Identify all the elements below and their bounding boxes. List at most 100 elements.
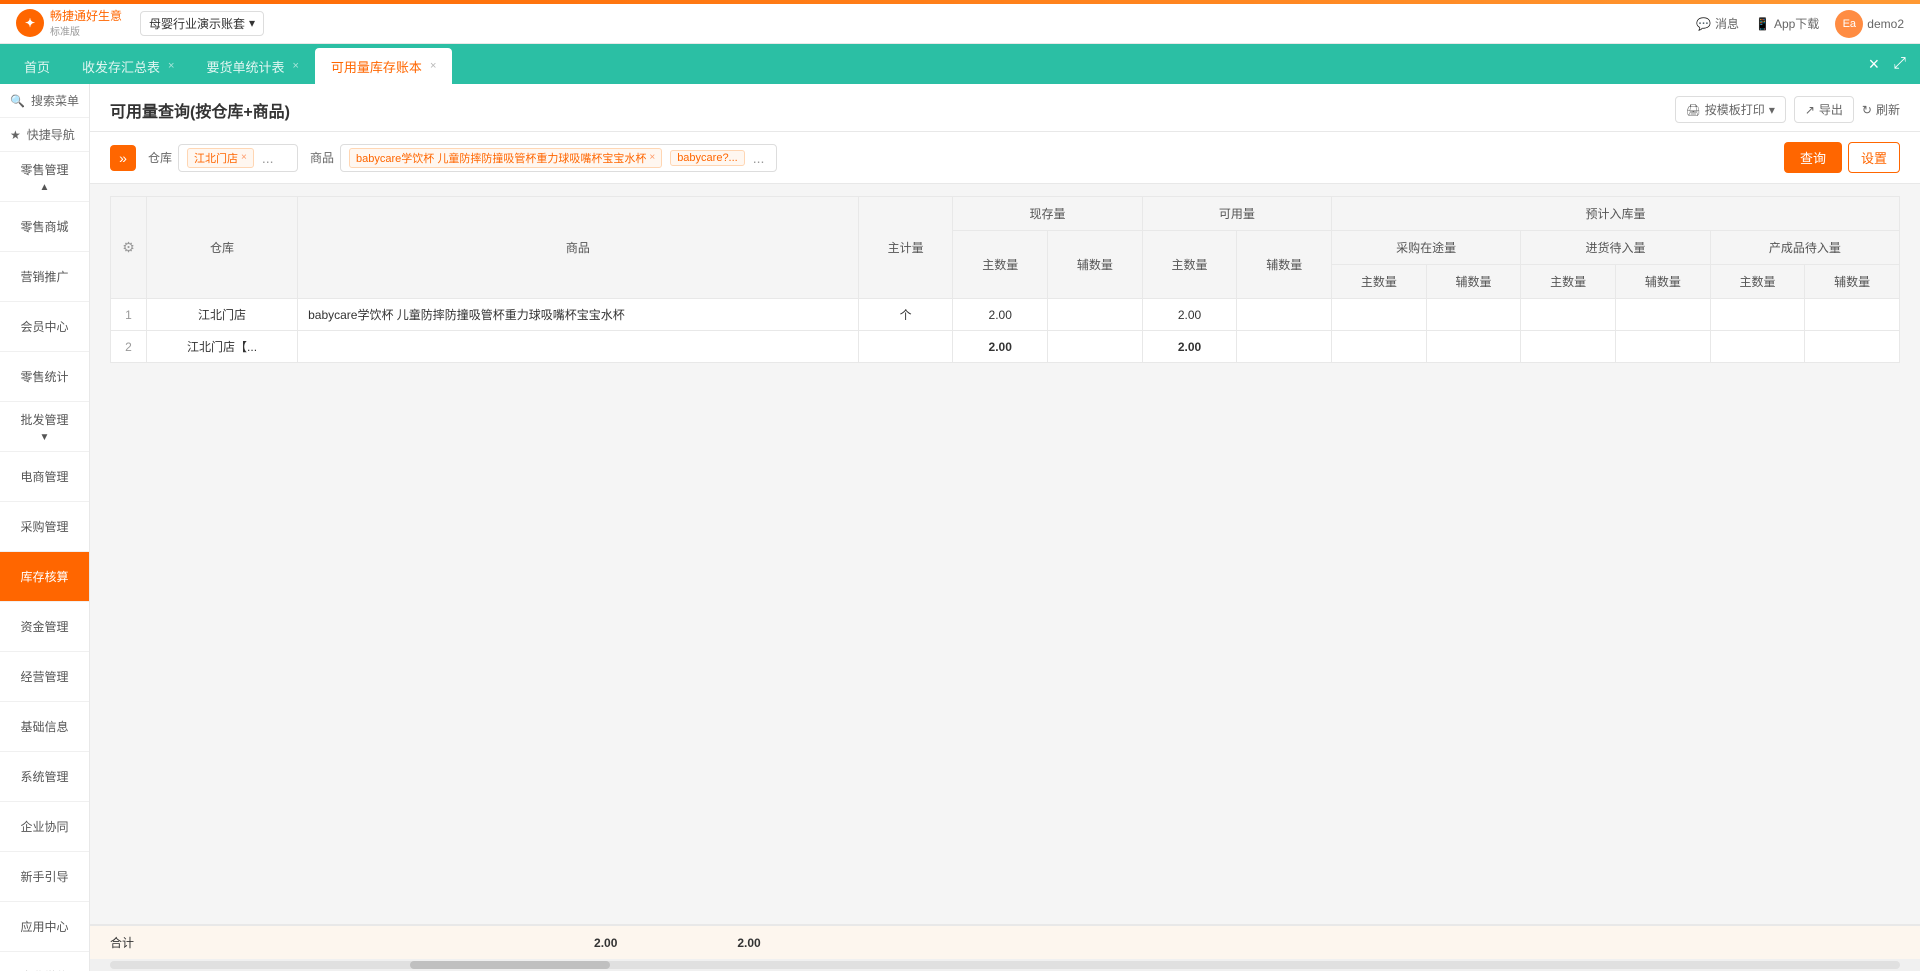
sidebar-item-retail-mall[interactable]: 零售商城 — [0, 202, 89, 252]
basic-info-label: 基础信息 — [20, 718, 68, 735]
tab-available-stock-close[interactable]: × — [430, 60, 436, 72]
sidebar-item-retail-mgmt[interactable]: 零售管理 ▲ — [0, 152, 89, 202]
tab-receive-summary[interactable]: 收发存汇总表 × — [66, 48, 190, 84]
sidebar-item-member-center[interactable]: 会员中心 — [0, 302, 89, 352]
sidebar-item-wholesale-mgmt[interactable]: 批发管理 ▼ — [0, 402, 89, 452]
export-icon: ↗ — [1805, 103, 1815, 117]
btn-refresh[interactable]: ↻ 刷新 — [1862, 101, 1900, 118]
sidebar-item-retail-stats[interactable]: 零售统计 — [0, 352, 89, 402]
footer-label: 合计 — [110, 934, 134, 951]
sidebar-item-sys-mgmt[interactable]: 系统管理 — [0, 752, 89, 802]
scrollbar-thumb[interactable] — [410, 961, 610, 969]
tab-receive-summary-label: 收发存汇总表 — [82, 57, 160, 76]
row2-incoming-aux — [1616, 331, 1711, 363]
row2-product-in-main — [1710, 331, 1805, 363]
sidebar-quick-nav[interactable]: ★ 快捷导航 — [0, 118, 89, 152]
warehouse-filter-group: 仓库 江北门店 × ... — [148, 144, 298, 172]
tab-order-stats-close[interactable]: × — [292, 60, 298, 72]
btn-template-print[interactable]: 🖨 按模板打印 ▾ — [1675, 96, 1786, 123]
row1-avail-main: 2.00 — [1142, 299, 1237, 331]
sidebar-item-ops-mgmt[interactable]: 经营管理 — [0, 652, 89, 702]
product-tag1-text: babycare学饮杯 儿童防摔防撞吸管杯重力球吸嘴杯宝宝水杯 — [356, 150, 646, 166]
top-bar-right: 💬 消息 📱 App下载 Ea demo2 — [1696, 10, 1904, 38]
th-settings[interactable]: ⚙ — [111, 197, 147, 299]
th-product-in-group: 产成品待入量 — [1710, 231, 1899, 265]
scrollbar-area[interactable] — [90, 959, 1920, 971]
table-settings-icon[interactable]: ⚙ — [122, 239, 135, 255]
sidebar-item-app-center[interactable]: 应用中心 — [0, 902, 89, 952]
th-product-in-main: 主数量 — [1710, 265, 1805, 299]
phone-icon: 📱 — [1755, 17, 1770, 31]
retail-stats-label: 零售统计 — [20, 368, 68, 385]
tab-available-stock[interactable]: 可用量库存账本 × — [315, 48, 452, 84]
tab-order-stats[interactable]: 要货单统计表 × — [190, 48, 314, 84]
arrow-icon: ▲ — [40, 182, 50, 193]
refresh-icon: ↻ — [1862, 103, 1872, 117]
sidebar-item-basic-info[interactable]: 基础信息 — [0, 702, 89, 752]
row1-product-in-main — [1710, 299, 1805, 331]
sidebar-item-inventory-check[interactable]: 库存核算 — [0, 552, 89, 602]
star-icon: ★ — [10, 128, 21, 142]
nav-expand[interactable]: ⤢ — [1887, 44, 1912, 84]
sidebar-item-corp-collab[interactable]: 企业协同 — [0, 802, 89, 852]
tab-home-label: 首页 — [24, 57, 50, 76]
product-input[interactable]: babycare学饮杯 儿童防摔防撞吸管杯重力球吸嘴杯宝宝水杯 × babyca… — [340, 144, 777, 172]
sidebar-item-finance-mgmt[interactable]: 资金管理 — [0, 602, 89, 652]
nav-close-all[interactable]: × — [1861, 44, 1888, 84]
btn-query[interactable]: 查询 — [1784, 142, 1842, 173]
row2-num: 2 — [111, 331, 147, 363]
product-filter-group: 商品 babycare学饮杯 儿童防摔防撞吸管杯重力球吸嘴杯宝宝水杯 × bab… — [310, 144, 777, 172]
th-warehouse: 仓库 — [147, 197, 298, 299]
row1-purchase-aux — [1426, 299, 1521, 331]
company-selector[interactable]: 母婴行业演示账套 ▾ — [140, 11, 264, 36]
warehouse-filter-dots[interactable]: ... — [258, 150, 278, 166]
row2-purchase-aux — [1426, 331, 1521, 363]
sidebar-item-marketing[interactable]: 营销推广 — [0, 252, 89, 302]
product-filter-dots[interactable]: ... — [749, 150, 769, 166]
row1-incoming-aux — [1616, 299, 1711, 331]
messages-btn[interactable]: 💬 消息 — [1696, 15, 1739, 32]
logo-sub: 标准版 — [50, 23, 122, 38]
sidebar-item-new-guide[interactable]: 新手引导 — [0, 852, 89, 902]
sidebar-search[interactable]: 🔍 搜索菜单 — [0, 84, 89, 118]
logo-icon: ✦ — [16, 9, 44, 37]
user-area[interactable]: Ea demo2 — [1835, 10, 1904, 38]
th-stock-main: 主数量 — [953, 231, 1048, 299]
sidebar-item-purchase-mgmt[interactable]: 采购管理 — [0, 502, 89, 552]
row2-warehouse: 江北门店【... — [147, 331, 298, 363]
th-available-group: 可用量 — [1142, 197, 1331, 231]
filter-actions: 查询 设置 — [1784, 142, 1900, 173]
warehouse-input[interactable]: 江北门店 × ... — [178, 144, 298, 172]
row2-product — [298, 331, 859, 363]
app-download-btn[interactable]: 📱 App下载 — [1755, 15, 1819, 32]
th-incoming-main: 主数量 — [1521, 265, 1616, 299]
filter-expand-btn[interactable]: » — [110, 145, 136, 171]
th-product-in-aux: 辅数量 — [1805, 265, 1900, 299]
warehouse-tag-close[interactable]: × — [241, 152, 247, 163]
top-bar: ✦ 畅捷通好生意 标准版 母婴行业演示账套 ▾ 💬 消息 📱 App下载 Ea … — [0, 4, 1920, 44]
expand-icon: » — [119, 150, 127, 166]
tab-home[interactable]: 首页 — [8, 48, 66, 84]
th-unit: 主计量 — [858, 197, 953, 299]
app-download-label: App下载 — [1774, 15, 1819, 32]
th-purchase-group: 采购在途量 — [1332, 231, 1521, 265]
tab-receive-summary-close[interactable]: × — [168, 60, 174, 72]
nav-tabs: 首页 收发存汇总表 × 要货单统计表 × 可用量库存账本 × × ⤢ — [0, 44, 1920, 84]
table-wrapper: ⚙ 仓库 商品 主计量 现存量 可用量 预计入库量 主数量 辅数量 主数量 辅数… — [90, 184, 1920, 924]
th-product: 商品 — [298, 197, 859, 299]
purchase-mgmt-label: 采购管理 — [20, 518, 68, 535]
ops-mgmt-label: 经营管理 — [20, 668, 68, 685]
row2-incoming-main — [1521, 331, 1616, 363]
btn-export[interactable]: ↗ 导出 — [1794, 96, 1854, 123]
row2-product-in-aux — [1805, 331, 1900, 363]
footer-avail-total: 2.00 — [737, 936, 760, 950]
logo-text-area: 畅捷通好生意 标准版 — [50, 9, 122, 38]
row1-unit: 个 — [858, 299, 953, 331]
sidebar-item-corp-wechat[interactable]: 企业微信 — [0, 952, 89, 971]
sidebar-item-ecommerce-mgmt[interactable]: 电商管理 — [0, 452, 89, 502]
warehouse-tag: 江北门店 × — [187, 148, 254, 168]
btn-settings[interactable]: 设置 — [1848, 142, 1900, 173]
product-tag1-close[interactable]: × — [649, 152, 655, 163]
warehouse-tag-text: 江北门店 — [194, 150, 238, 166]
th-stock-aux: 辅数量 — [1048, 231, 1143, 299]
